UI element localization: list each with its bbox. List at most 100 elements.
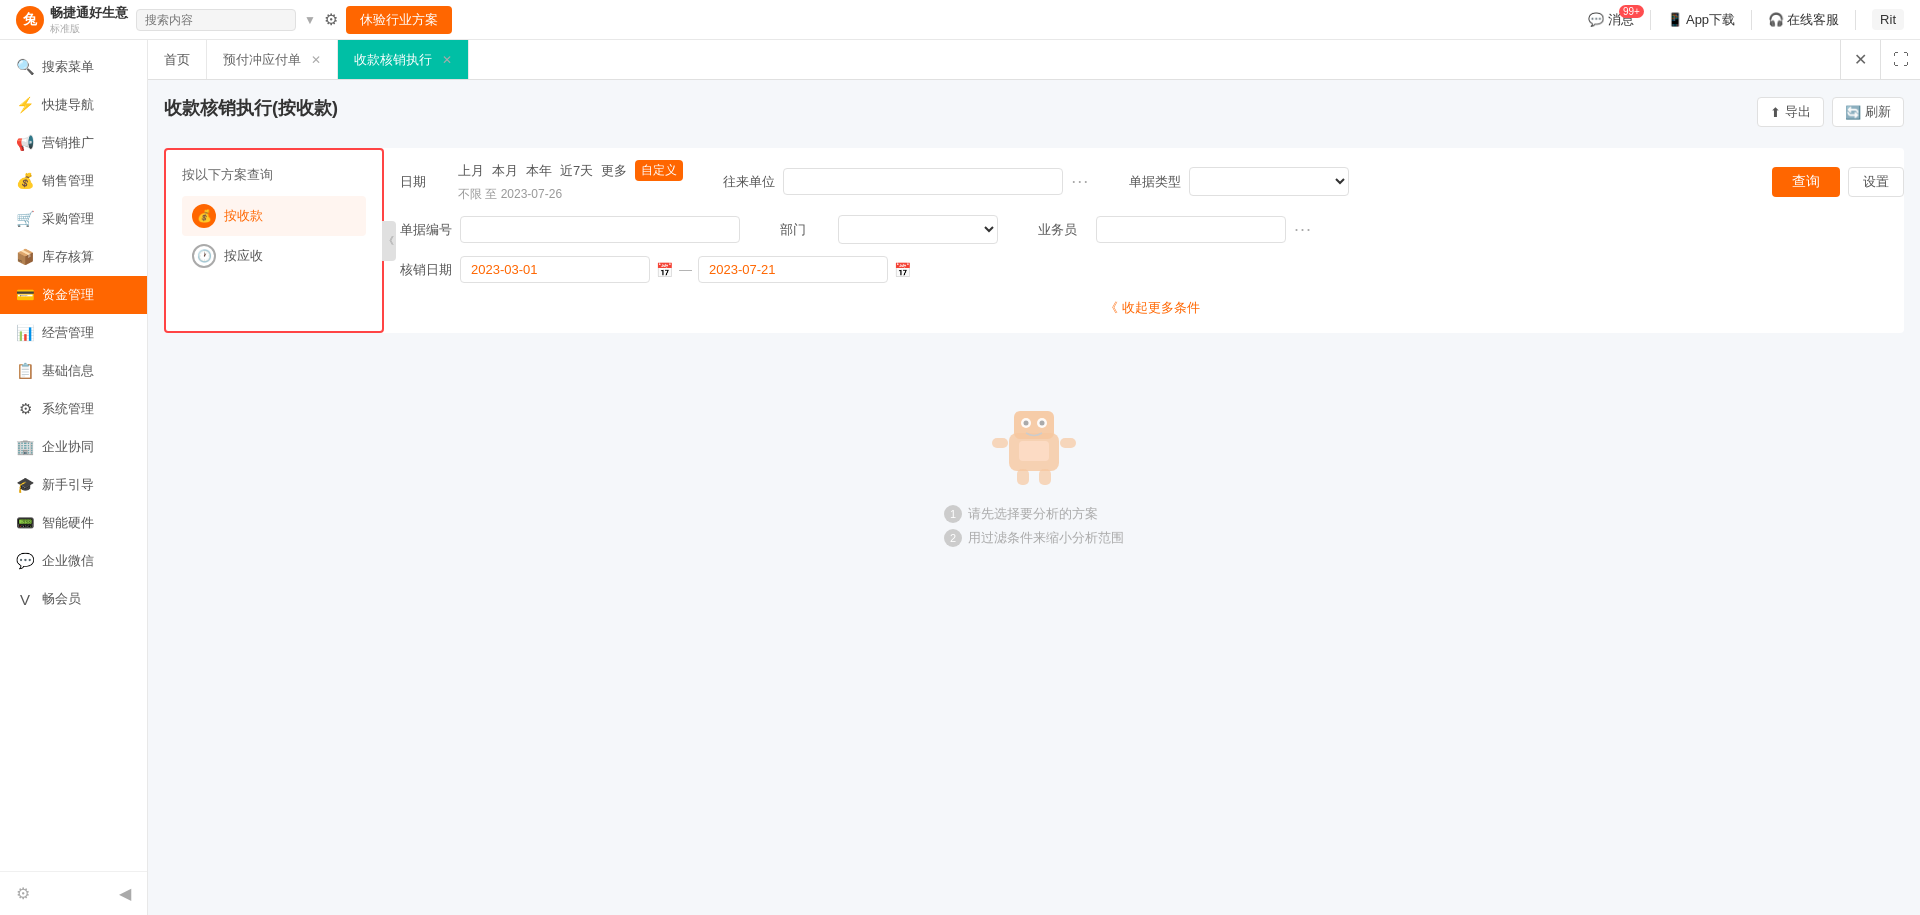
sidebar-item-basic[interactable]: 📋基础信息: [0, 352, 147, 390]
sidebar-item-member[interactable]: V畅会员: [0, 580, 147, 618]
sidebar-icon-search: 🔍: [16, 58, 34, 76]
tab-receipt-verify[interactable]: 收款核销执行✕: [338, 40, 469, 79]
tab-close-prepay[interactable]: ✕: [311, 53, 321, 67]
sidebar-label-wechat: 企业微信: [42, 552, 94, 570]
bill-type-label: 单据类型: [1129, 173, 1181, 191]
dropdown-arrow-icon[interactable]: ▼: [304, 13, 316, 27]
message-badge: 99+: [1619, 5, 1644, 18]
content-area: 首页预付冲应付单✕收款核销执行✕ ✕ ⛶ 收款核销执行(按收款) ⬆ 导出 🔄 …: [148, 40, 1920, 915]
refresh-button[interactable]: 🔄 刷新: [1832, 97, 1904, 127]
sidebar-label-system: 系统管理: [42, 400, 94, 418]
counterpart-input[interactable]: [783, 168, 1063, 195]
query-button[interactable]: 查询: [1772, 167, 1840, 197]
brand-logo: 兔: [16, 6, 44, 34]
bill-no-input[interactable]: [460, 216, 740, 243]
bill-no-label: 单据编号: [400, 221, 452, 239]
user-avatar[interactable]: Rit: [1872, 9, 1904, 30]
calendar-end-icon[interactable]: 📅: [894, 262, 911, 278]
divider: [1751, 10, 1752, 30]
sales-field: 业务员 ···: [1038, 216, 1312, 243]
bill-type-select[interactable]: [1189, 167, 1349, 196]
sidebar-item-inventory[interactable]: 📦库存核算: [0, 238, 147, 276]
online-service-link[interactable]: 🎧 在线客服: [1768, 11, 1839, 29]
bill-no-field: 单据编号: [400, 216, 740, 243]
sidebar-item-wechat[interactable]: 💬企业微信: [0, 542, 147, 580]
message-button[interactable]: 💬 消息 99+: [1588, 11, 1634, 29]
filter-option-by-receipt[interactable]: 💰 按收款: [182, 196, 366, 236]
tab-prepay[interactable]: 预付冲应付单✕: [207, 40, 338, 79]
sidebar-item-enterprise[interactable]: 🏢企业协同: [0, 428, 147, 466]
calendar-start-icon[interactable]: 📅: [656, 262, 673, 278]
empty-hints: 1 请先选择要分析的方案 2 用过滤条件来缩小分析范围: [944, 505, 1124, 547]
sidebar-item-operation[interactable]: 📊经营管理: [0, 314, 147, 352]
sidebar-icon-enterprise: 🏢: [16, 438, 34, 456]
sidebar-label-purchase: 采购管理: [42, 210, 94, 228]
dept-select[interactable]: [838, 215, 998, 244]
date-tag-custom[interactable]: 自定义: [635, 160, 683, 181]
tab-maximize-button[interactable]: ⛶: [1880, 40, 1920, 80]
sidebar-item-fund[interactable]: 💳资金管理: [0, 276, 147, 314]
tab-bar: 首页预付冲应付单✕收款核销执行✕ ✕ ⛶: [148, 40, 1920, 80]
filter-settings-button[interactable]: 设置: [1848, 167, 1904, 197]
top-bar-right: 💬 消息 99+ 📱 App下载 🎧 在线客服 Rit: [1588, 9, 1904, 30]
message-icon: 💬: [1588, 12, 1604, 27]
filter-panel: 按以下方案查询 💰 按收款 🕐 按应收 《: [164, 148, 1904, 333]
gear-icon[interactable]: ⚙: [324, 10, 338, 29]
svg-rect-8: [1017, 469, 1029, 485]
app-download-link[interactable]: 📱 App下载: [1667, 11, 1735, 29]
filter-option-by-receivable[interactable]: 🕐 按应收: [182, 236, 366, 276]
sidebar-item-marketing[interactable]: 📢营销推广: [0, 124, 147, 162]
date-tag-this-month[interactable]: 本月: [492, 162, 518, 180]
sidebar-item-sales[interactable]: 💰销售管理: [0, 162, 147, 200]
service-icon: 🎧: [1768, 12, 1784, 27]
tab-close-receipt-verify[interactable]: ✕: [442, 53, 452, 67]
sidebar-icon-member: V: [16, 591, 34, 608]
svg-point-4: [1024, 421, 1029, 426]
filter-row-3: 核销日期 📅 — 📅: [400, 256, 1904, 283]
collapse-more-button[interactable]: 《 收起更多条件: [400, 295, 1904, 321]
app-icon: 📱: [1667, 12, 1683, 27]
filter-actions: 查询 设置: [1772, 167, 1904, 197]
sales-input[interactable]: [1096, 216, 1286, 243]
empty-hint-1: 1 请先选择要分析的方案: [944, 505, 1124, 523]
receivable-icon: 🕐: [192, 244, 216, 268]
sales-label: 业务员: [1038, 221, 1088, 239]
sidebar-item-hardware[interactable]: 📟智能硬件: [0, 504, 147, 542]
tab-home[interactable]: 首页: [148, 40, 207, 79]
svg-rect-7: [1060, 438, 1076, 448]
svg-rect-6: [992, 438, 1008, 448]
date-tag-this-year[interactable]: 本年: [526, 162, 552, 180]
export-button[interactable]: ⬆ 导出: [1757, 97, 1824, 127]
verify-date-end-input[interactable]: [698, 256, 888, 283]
filter-option-receipt-label: 按收款: [224, 207, 263, 225]
sidebar-item-purchase[interactable]: 🛒采购管理: [0, 200, 147, 238]
collapse-more-icon: 《: [1105, 299, 1118, 317]
top-search-input[interactable]: [136, 9, 296, 31]
page-content: 收款核销执行(按收款) ⬆ 导出 🔄 刷新 按以下方案查询: [148, 80, 1920, 915]
sidebar: 🔍搜索菜单⚡快捷导航📢营销推广💰销售管理🛒采购管理📦库存核算💳资金管理📊经营管理…: [0, 40, 148, 915]
counterpart-more-btn[interactable]: ···: [1071, 171, 1089, 192]
sidebar-label-basic: 基础信息: [42, 362, 94, 380]
date-tag-last-month[interactable]: 上月: [458, 162, 484, 180]
date-tag-more[interactable]: 更多: [601, 162, 627, 180]
sales-more-btn[interactable]: ···: [1294, 219, 1312, 240]
date-sublabel: 不限 至 2023-07-26: [458, 186, 683, 203]
sidebar-item-guide[interactable]: 🎓新手引导: [0, 466, 147, 504]
filter-collapse-button[interactable]: 《: [382, 221, 396, 261]
collapse-icon[interactable]: ◀: [119, 884, 131, 903]
sidebar-item-search[interactable]: 🔍搜索菜单: [0, 48, 147, 86]
empty-robot-illustration: [984, 393, 1084, 493]
tab-close-all-button[interactable]: ✕: [1840, 40, 1880, 80]
sidebar-item-system[interactable]: ⚙系统管理: [0, 390, 147, 428]
filter-left-title: 按以下方案查询: [182, 166, 366, 184]
industry-button[interactable]: 休验行业方案: [346, 6, 452, 34]
date-tag-7days[interactable]: 近7天: [560, 162, 593, 180]
brand-name: 畅捷通好生意: [50, 4, 128, 22]
sidebar-label-hardware: 智能硬件: [42, 514, 94, 532]
settings-icon[interactable]: ⚙: [16, 884, 30, 903]
verify-date-start-input[interactable]: [460, 256, 650, 283]
sidebar-item-quick-nav[interactable]: ⚡快捷导航: [0, 86, 147, 124]
counterpart-label: 往来单位: [723, 173, 775, 191]
sidebar-menu: 🔍搜索菜单⚡快捷导航📢营销推广💰销售管理🛒采购管理📦库存核算💳资金管理📊经营管理…: [0, 40, 147, 871]
svg-rect-10: [1019, 441, 1049, 461]
